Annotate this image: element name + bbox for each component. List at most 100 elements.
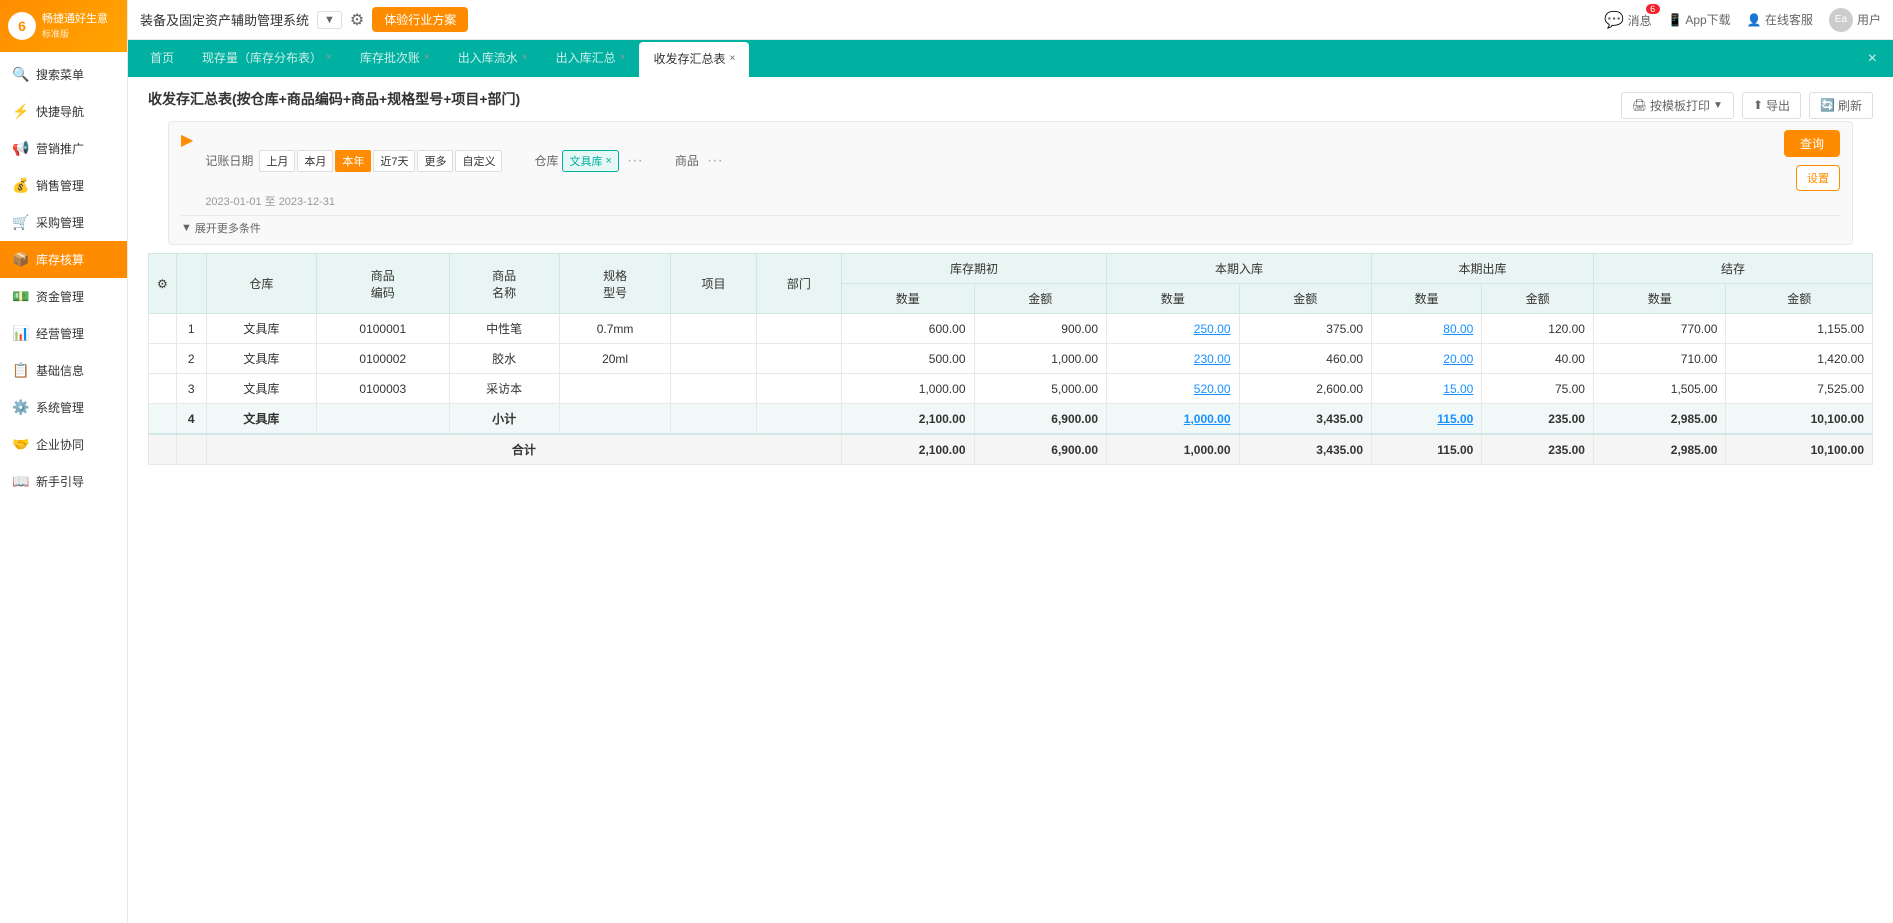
tab-home-label: 首页 — [150, 49, 174, 66]
close-tab-inout-summary[interactable]: × — [620, 52, 626, 63]
query-button[interactable]: 查询 — [1784, 130, 1840, 157]
sidebar-label-finance: 资金管理 — [36, 288, 84, 305]
export-btn[interactable]: ⬆ 导出 — [1742, 92, 1801, 119]
date-btn-custom[interactable]: 自定义 — [455, 150, 502, 172]
close-tab-flow[interactable]: × — [522, 52, 528, 63]
col-in-amt: 金额 — [1239, 284, 1372, 314]
row-out-qty[interactable]: 80.00 — [1372, 314, 1482, 344]
row-index: 3 — [176, 374, 206, 404]
row-in-amt: 375.00 — [1239, 314, 1372, 344]
row-project — [671, 314, 756, 344]
tab-home[interactable]: 首页 — [136, 41, 188, 76]
app-download-label: App下载 — [1685, 13, 1730, 27]
subtotal-out-qty[interactable]: 115.00 — [1372, 404, 1482, 435]
date-btn-this-year[interactable]: 本年 — [335, 150, 371, 172]
sidebar-label-business: 经营管理 — [36, 325, 84, 342]
expand-label: 展开更多条件 — [195, 220, 261, 236]
print-btn[interactable]: 🖨 按模板打印 ▼ — [1621, 92, 1734, 119]
sidebar-item-marketing[interactable]: 📢 营销推广 — [0, 130, 127, 167]
system-name: 装备及固定资产辅助管理系统 — [140, 10, 309, 29]
avatar: Ea — [1829, 8, 1853, 32]
date-btn-last-month[interactable]: 上月 — [259, 150, 295, 172]
sidebar-item-sales[interactable]: 💰 销售管理 — [0, 167, 127, 204]
sidebar-item-collab[interactable]: 🤝 企业协同 — [0, 426, 127, 463]
tab-batch[interactable]: 库存批次账 × — [346, 41, 444, 76]
page-title: 收发存汇总表(按仓库+商品编码+商品+规格型号+项目+部门) — [148, 89, 520, 109]
footer-settings-cell — [149, 434, 177, 465]
col-spec-header: 规格型号 — [559, 254, 671, 314]
purchase-icon: 🛒 — [12, 214, 28, 231]
subtotal-name: 小计 — [449, 404, 559, 435]
basic-icon: 📋 — [12, 362, 28, 379]
topbar-right: 💬 6 消息 📱 App下载 👤 在线客服 Ea 用户 — [1604, 8, 1881, 32]
date-filter-group: 记账日期 上月 本月 本年 近7天 更多 自定义 — [205, 150, 502, 172]
close-all-tabs-icon[interactable]: × — [1860, 50, 1885, 68]
tab-batch-label: 库存批次账 — [360, 49, 420, 66]
sidebar-item-purchase[interactable]: 🛒 采购管理 — [0, 204, 127, 241]
sidebar-item-guide[interactable]: 📖 新手引导 — [0, 463, 127, 500]
subtotal-open-qty: 2,100.00 — [842, 404, 975, 435]
print-chevron-icon: ▼ — [1713, 100, 1723, 111]
close-tab-recv-send[interactable]: × — [729, 53, 735, 64]
date-btn-this-month[interactable]: 本月 — [297, 150, 333, 172]
sidebar-item-business[interactable]: 📊 经营管理 — [0, 315, 127, 352]
trial-button[interactable]: 体验行业方案 — [372, 7, 468, 32]
sidebar-label-quicknav: 快捷导航 — [36, 103, 84, 120]
subtotal-in-qty[interactable]: 1,000.00 — [1107, 404, 1240, 435]
warehouse-more-btn[interactable]: ··· — [627, 152, 643, 170]
product-more-btn[interactable]: ··· — [707, 152, 723, 170]
footer-out-qty: 115.00 — [1372, 434, 1482, 465]
date-btn-more[interactable]: 更多 — [417, 150, 453, 172]
row-in-qty[interactable]: 230.00 — [1107, 344, 1240, 374]
tab-recv-send-summary[interactable]: 收发存汇总表 × — [639, 42, 749, 77]
footer-in-amt: 3,435.00 — [1239, 434, 1372, 465]
expand-more-conditions[interactable]: ▼ 展开更多条件 — [181, 215, 1840, 236]
user-menu[interactable]: Ea 用户 — [1829, 8, 1881, 32]
row-in-qty[interactable]: 250.00 — [1107, 314, 1240, 344]
product-filter: 商品 ··· — [675, 152, 723, 170]
sidebar-item-search[interactable]: 🔍 搜索菜单 — [0, 56, 127, 93]
tab-inventory-dist[interactable]: 现存量（库存分布表） × — [188, 41, 346, 76]
tab-flow[interactable]: 出入库流水 × — [444, 41, 542, 76]
col-name-header: 商品名称 — [449, 254, 559, 314]
row-out-qty[interactable]: 20.00 — [1372, 344, 1482, 374]
subtotal-index: 4 — [176, 404, 206, 435]
sidebar-item-quicknav[interactable]: ⚡ 快捷导航 — [0, 93, 127, 130]
system-dropdown[interactable]: ▼ — [317, 11, 342, 29]
sidebar-label-guide: 新手引导 — [36, 473, 84, 490]
subtotal-warehouse: 文具库 — [206, 404, 316, 435]
subtotal-spec — [559, 404, 671, 435]
refresh-btn[interactable]: 🔄 刷新 — [1809, 92, 1873, 119]
date-btn-7days[interactable]: 近7天 — [373, 150, 415, 172]
refresh-icon: 🔄 — [1820, 98, 1835, 112]
subtotal-bal-qty: 2,985.00 — [1593, 404, 1726, 435]
sidebar-item-inventory[interactable]: 📦 库存核算 — [0, 241, 127, 278]
row-out-qty[interactable]: 15.00 — [1372, 374, 1482, 404]
sidebar-item-basic[interactable]: 📋 基础信息 — [0, 352, 127, 389]
app-download-btn[interactable]: 📱 App下载 — [1668, 11, 1731, 28]
filter-settings-button[interactable]: 设置 — [1796, 165, 1840, 191]
quicknav-icon: ⚡ — [12, 103, 28, 120]
settings-gear-icon[interactable]: ⚙ — [350, 10, 364, 30]
tab-inout-summary[interactable]: 出入库汇总 × — [542, 41, 640, 76]
row-open-qty: 600.00 — [842, 314, 975, 344]
finance-icon: 💵 — [12, 288, 28, 305]
col-settings[interactable]: ⚙ — [149, 254, 177, 314]
row-in-qty[interactable]: 520.00 — [1107, 374, 1240, 404]
online-service-btn[interactable]: 👤 在线客服 — [1747, 11, 1813, 28]
sidebar-item-system[interactable]: ⚙️ 系统管理 — [0, 389, 127, 426]
print-icon: 🖨 — [1632, 98, 1647, 112]
row-spec: 0.7mm — [559, 314, 671, 344]
sidebar-item-finance[interactable]: 💵 资金管理 — [0, 278, 127, 315]
row-settings-cell — [149, 314, 177, 344]
remove-warehouse-tag[interactable]: × — [605, 155, 611, 167]
close-tab-inventory-dist[interactable]: × — [326, 52, 332, 63]
col-in-qty: 数量 — [1107, 284, 1240, 314]
filter-expand-icon[interactable]: ▶ — [181, 130, 193, 150]
message-badge-btn[interactable]: 💬 6 消息 — [1604, 10, 1651, 30]
row-open-qty: 500.00 — [842, 344, 975, 374]
sidebar-label-purchase: 采购管理 — [36, 214, 84, 231]
col-in-header: 本期入库 — [1107, 254, 1372, 284]
sidebar-label-collab: 企业协同 — [36, 436, 84, 453]
close-tab-batch[interactable]: × — [424, 52, 430, 63]
